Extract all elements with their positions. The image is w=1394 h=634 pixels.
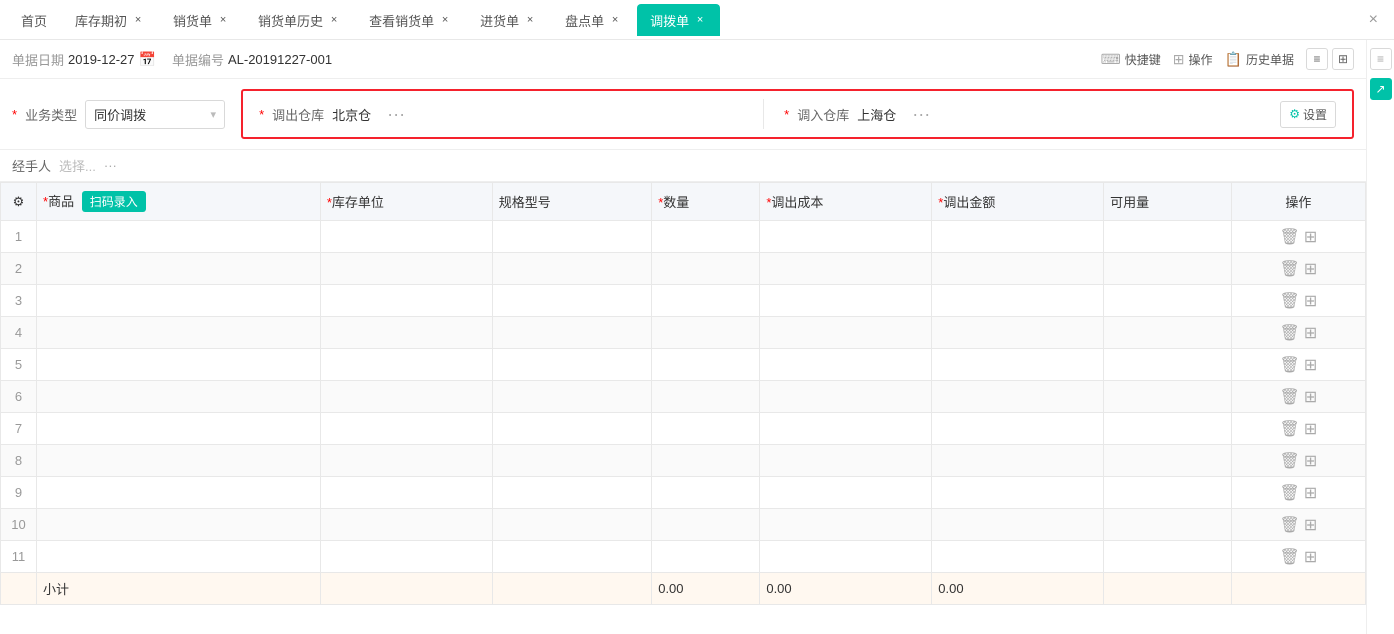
transfer-in-field: * 调入仓库 上海仓 ··· [784,104,1268,125]
right-sidebar: ≡ ↗ [1366,40,1394,634]
copy-icon[interactable]: ⊞ [1304,293,1317,310]
copy-icon[interactable]: ⊞ [1304,261,1317,278]
number-field: 单据编号 AL-20191227-001 [172,50,332,69]
delete-icon[interactable]: 🗑 [1280,261,1300,278]
close-icon[interactable]: × [216,13,230,27]
close-icon[interactable]: × [438,13,452,27]
delete-icon[interactable]: 🗑 [1280,293,1300,310]
delete-icon[interactable]: 🗑 [1280,549,1300,566]
delete-icon[interactable]: 🗑 [1280,389,1300,406]
tab-transfer[interactable]: 调拨单 × [637,4,720,36]
table-row: 1🗑⊞ [1,221,1366,253]
copy-icon[interactable]: ⊞ [1304,389,1317,406]
copy-icon[interactable]: ⊞ [1304,517,1317,534]
calendar-icon[interactable]: 📅 [139,51,156,68]
table-row: 5🗑⊞ [1,349,1366,381]
warehouse-divider [763,99,764,129]
tab-sales-history[interactable]: 销货单历史 × [245,4,354,36]
tab-bar: 首页 库存期初 × 销货单 × 销货单历史 × 查看销货单 × 进货单 × 盘点… [0,0,1394,40]
delete-icon[interactable]: 🗑 [1280,325,1300,342]
copy-icon[interactable]: ⊞ [1304,325,1317,342]
close-icon[interactable]: × [523,13,537,27]
transfer-in-more-icon[interactable]: ··· [912,104,930,125]
list-view-icon[interactable]: ≡ [1306,48,1328,70]
form-section: * 业务类型 同价调拨 ▾ * 调出仓库 北京仓 ··· * 调入仓库 上海仓 … [0,79,1366,150]
table-row: 9🗑⊞ [1,477,1366,509]
delete-icon[interactable]: 🗑 [1280,357,1300,374]
table-row: 11🗑⊞ [1,541,1366,573]
delete-icon[interactable]: 🗑 [1280,453,1300,470]
copy-icon[interactable]: ⊞ [1304,549,1317,566]
grid-view-icon[interactable]: ⊞ [1332,48,1354,70]
tab-purchase[interactable]: 进货单 × [467,4,550,36]
copy-icon[interactable]: ⊞ [1304,229,1317,246]
tab-stocktake[interactable]: 盘点单 × [552,4,635,36]
close-icon[interactable]: × [608,13,622,27]
subtotal-row: 小计 0.00 0.00 0.00 [1,573,1366,605]
person-row: 经手人 选择... ··· [0,150,1366,182]
date-field: 单据日期 2019-12-27 📅 [12,50,156,69]
grid-icon: ⊞ [1173,51,1185,68]
delete-icon[interactable]: 🗑 [1280,485,1300,502]
copy-icon[interactable]: ⊞ [1304,453,1317,470]
table-row: 10🗑⊞ [1,509,1366,541]
main-table: ⚙ *商品 扫码录入 *库存单位 规格型号 *数量 *调出成本 *调出金额 可用… [0,182,1366,605]
col-action: 操作 [1231,183,1365,221]
person-more-icon[interactable]: ··· [104,158,117,173]
table-row: 7🗑⊞ [1,413,1366,445]
settings-gear-icon: ⚙ [1289,107,1300,121]
toolbar-right: ⌨ 快捷键 ⊞ 操作 📋 历史单据 ≡ ⊞ [1101,48,1354,70]
delete-icon[interactable]: 🗑 [1280,229,1300,246]
col-unit: *库存单位 [320,183,492,221]
transfer-out-more-icon[interactable]: ··· [387,104,405,125]
close-icon[interactable]: × [131,13,145,27]
tab-view-sales[interactable]: 查看销货单 × [356,4,465,36]
delete-icon[interactable]: 🗑 [1280,517,1300,534]
close-icon[interactable]: × [693,13,707,27]
history-button[interactable]: 📋 历史单据 [1225,51,1294,68]
settings-button[interactable]: ⚙ 设置 [1280,101,1336,128]
col-product: *商品 扫码录入 [37,183,321,221]
close-icon[interactable]: × [327,13,341,27]
table-container: ⚙ *商品 扫码录入 *库存单位 规格型号 *数量 *调出成本 *调出金额 可用… [0,182,1366,634]
sidebar-list-icon[interactable]: ≡ [1370,48,1392,70]
dropdown-arrow-icon: ▾ [211,108,217,121]
tab-inventory-init[interactable]: 库存期初 × [62,4,158,36]
warehouse-section: * 调出仓库 北京仓 ··· * 调入仓库 上海仓 ··· ⚙ 设置 [241,89,1354,139]
col-cost: *调出成本 [760,183,932,221]
business-type-select[interactable]: 同价调拨 ▾ [85,100,225,129]
table-row: 8🗑⊞ [1,445,1366,477]
table-row: 3🗑⊞ [1,285,1366,317]
col-available: 可用量 [1104,183,1232,221]
tab-home[interactable]: 首页 [8,4,60,36]
sidebar-expand-icon[interactable]: ↗ [1370,78,1392,100]
table-row: 4🗑⊞ [1,317,1366,349]
table-row: 2🗑⊞ [1,253,1366,285]
copy-icon[interactable]: ⊞ [1304,485,1317,502]
transfer-out-field: * 调出仓库 北京仓 ··· [259,104,743,125]
copy-icon[interactable]: ⊞ [1304,357,1317,374]
tab-sales-order[interactable]: 销货单 × [160,4,243,36]
shortcut-key-button[interactable]: ⌨ 快捷键 [1101,51,1161,68]
window-close-button[interactable]: × [1361,7,1386,33]
keyboard-icon: ⌨ [1101,51,1121,68]
business-type-row: * 业务类型 同价调拨 ▾ [12,100,225,129]
col-spec: 规格型号 [492,183,651,221]
col-gear[interactable]: ⚙ [1,183,37,221]
delete-icon[interactable]: 🗑 [1280,421,1300,438]
history-icon: 📋 [1225,51,1242,68]
operation-button[interactable]: ⊞ 操作 [1173,51,1213,68]
copy-icon[interactable]: ⊞ [1304,421,1317,438]
main-content: 单据日期 2019-12-27 📅 单据编号 AL-20191227-001 ⌨… [0,40,1366,634]
toolbar: 单据日期 2019-12-27 📅 单据编号 AL-20191227-001 ⌨… [0,40,1366,79]
col-amount: *调出金额 [932,183,1104,221]
col-qty: *数量 [652,183,760,221]
scan-entry-button[interactable]: 扫码录入 [82,191,146,212]
table-row: 6🗑⊞ [1,381,1366,413]
